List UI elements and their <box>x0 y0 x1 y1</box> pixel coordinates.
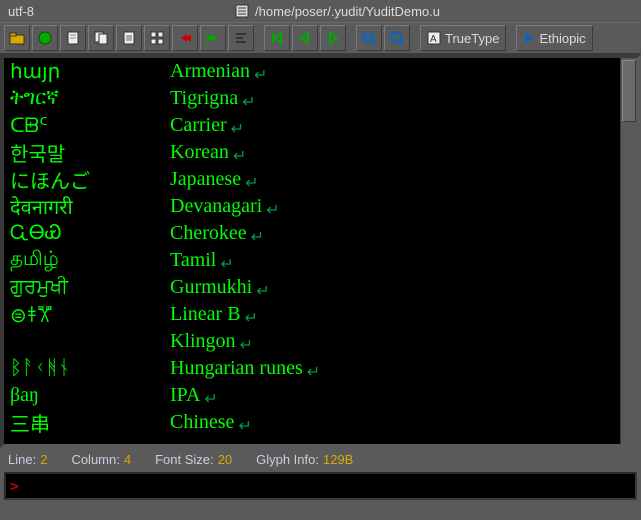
next-button[interactable] <box>320 25 346 51</box>
native-text: にほんご <box>4 165 170 194</box>
font-label: TrueType <box>445 31 499 46</box>
editor-area[interactable]: հայրArmenian↵ትግርኛTigrigna↵ᑕᗸᑦCarrier↵한국말… <box>0 54 641 448</box>
newline-icon: ↵ <box>254 65 267 85</box>
newline-icon: ↵ <box>256 281 269 301</box>
grid-button[interactable] <box>144 25 170 51</box>
label-text: Tigrigna↵ <box>170 87 256 110</box>
newline-icon: ↵ <box>231 119 244 139</box>
toolbar: A TrueType Ethiopic <box>0 22 641 54</box>
text-line: ਗੁਰਮੁਖੀGurmukhi↵ <box>4 274 637 301</box>
native-text: ᛒᚨᚲᚻᚾ <box>4 357 170 380</box>
native-text: հայր <box>4 59 170 84</box>
label-text: Chinese↵ <box>170 411 252 434</box>
native-text: βaŋ <box>4 384 170 407</box>
status-bar: Line: 2 Column: 4 Font Size: 20 Glyph In… <box>0 448 641 470</box>
command-line[interactable]: > <box>4 472 637 500</box>
text-line: にほんごJapanese↵ <box>4 166 637 193</box>
script-label: Ethiopic <box>539 31 585 46</box>
line-label: Line: <box>8 452 36 467</box>
text-line: देवनागरीDevanagari↵ <box>4 193 637 220</box>
title-center: /home/poser/.yudit/YuditDemo.u <box>34 4 641 19</box>
file-icon <box>235 4 249 18</box>
zoom-out-button[interactable] <box>384 25 410 51</box>
label-text: Devanagari↵ <box>170 195 280 218</box>
doc3-button[interactable] <box>116 25 142 51</box>
zoom-in-button[interactable] <box>356 25 382 51</box>
label-text: Carrier↵ <box>170 114 244 137</box>
text-line: ትግርኛTigrigna↵ <box>4 85 637 112</box>
script-selector[interactable]: Ethiopic <box>516 25 592 51</box>
label-text: Cherokee↵ <box>170 222 264 245</box>
label-text: Tamil↵ <box>170 249 234 272</box>
label-text: Japanese↵ <box>170 168 258 191</box>
prev-button[interactable] <box>292 25 318 51</box>
label-text: IPA↵ <box>170 384 218 407</box>
newline-icon: ↵ <box>242 92 255 112</box>
newline-icon: ↵ <box>266 200 279 220</box>
newline-icon: ↵ <box>220 254 233 274</box>
fontsize-label: Font Size: <box>155 452 214 467</box>
prev-first-button[interactable] <box>264 25 290 51</box>
label-text: Klingon↵ <box>170 330 253 353</box>
font-icon: A <box>427 31 441 45</box>
newline-icon: ↵ <box>251 227 264 247</box>
text-line: βaŋIPA↵ <box>4 382 637 409</box>
native-text: 三串 <box>4 408 170 437</box>
line-value: 2 <box>40 452 47 467</box>
text-line: ⊜𐀞𐁅𐁏Linear B↵ <box>4 301 637 328</box>
play-icon <box>523 32 535 44</box>
undo-button[interactable] <box>172 25 198 51</box>
redo-button[interactable] <box>200 25 226 51</box>
newline-icon: ↵ <box>233 146 246 166</box>
glyphinfo-value: 129B <box>323 452 353 467</box>
native-text: देवनागरी <box>4 193 170 220</box>
native-text: ᑕᗸᑦ <box>4 113 170 138</box>
align-button[interactable] <box>228 25 254 51</box>
column-value: 4 <box>124 452 131 467</box>
doc2-button[interactable] <box>88 25 114 51</box>
fontsize-value: 20 <box>218 452 232 467</box>
text-line: ᏩᎾᏯCherokee↵ <box>4 220 637 247</box>
native-text: ⊜𐀞𐁅𐁏 <box>4 301 170 328</box>
text-line: 한국말Korean↵ <box>4 139 637 166</box>
newline-icon: ↵ <box>245 173 258 193</box>
newline-icon: ↵ <box>307 362 320 382</box>
native-text: ᏩᎾᏯ <box>4 222 170 245</box>
newline-icon: ↵ <box>245 308 258 328</box>
text-line: ᑕᗸᑦCarrier↵ <box>4 112 637 139</box>
label-text: Armenian↵ <box>170 60 267 83</box>
text-line: հայրArmenian↵ <box>4 58 637 85</box>
label-text: Korean↵ <box>170 141 246 164</box>
text-line: Klingon↵ <box>4 328 637 355</box>
new-doc-button[interactable] <box>60 25 86 51</box>
encoding-label: utf-8 <box>0 4 34 19</box>
open-button[interactable] <box>4 25 30 51</box>
newline-icon: ↵ <box>240 335 253 355</box>
label-text: Hungarian runes↵ <box>170 357 320 380</box>
vertical-scrollbar[interactable] <box>620 58 637 444</box>
newline-icon: ↵ <box>238 416 251 436</box>
label-text: Gurmukhi↵ <box>170 276 270 299</box>
title-bar: utf-8 /home/poser/.yudit/YuditDemo.u <box>0 0 641 22</box>
glyphinfo-label: Glyph Info: <box>256 452 319 467</box>
label-text: Linear B↵ <box>170 303 258 326</box>
file-path: /home/poser/.yudit/YuditDemo.u <box>255 4 440 19</box>
svg-text:A: A <box>430 34 437 45</box>
text-line: 三串Chinese↵ <box>4 409 637 436</box>
native-text: ትግርኛ <box>4 87 170 110</box>
scrollbar-thumb[interactable] <box>622 60 636 122</box>
newline-icon: ↵ <box>204 389 217 409</box>
column-label: Column: <box>71 452 119 467</box>
prompt: > <box>10 478 18 494</box>
font-selector[interactable]: A TrueType <box>420 25 506 51</box>
native-text: 한국말 <box>4 138 170 167</box>
native-text: ਗੁਰਮੁਖੀ <box>4 276 170 299</box>
record-button[interactable] <box>32 25 58 51</box>
native-text: தமிழ் <box>4 248 170 273</box>
text-line: ᛒᚨᚲᚻᚾHungarian runes↵ <box>4 355 637 382</box>
text-line: தமிழ்Tamil↵ <box>4 247 637 274</box>
